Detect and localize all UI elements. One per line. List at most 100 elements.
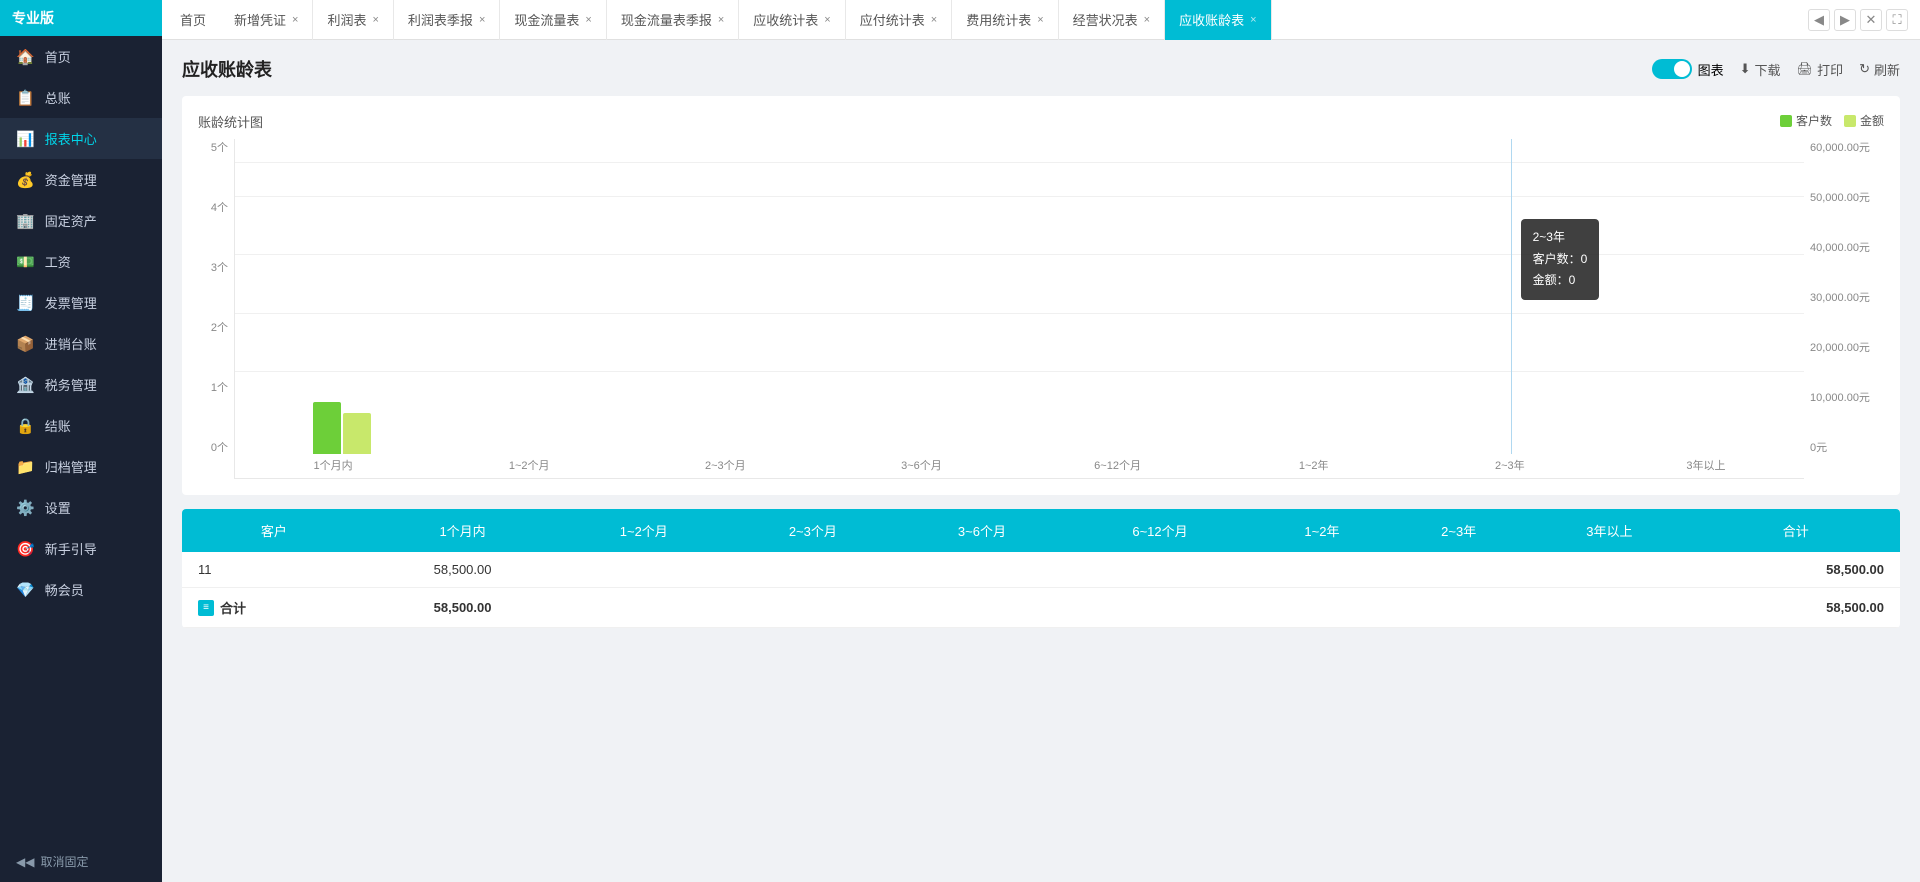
tab-maximize-button[interactable]: ⛶ <box>1886 9 1908 31</box>
capital-icon: 💰 <box>16 171 35 189</box>
total-1-2year <box>1254 588 1391 628</box>
tab-voucher-close[interactable]: × <box>292 14 298 26</box>
cell-3plus <box>1527 552 1692 588</box>
tab-profit-quarter-label: 利润表季报 <box>408 10 473 29</box>
th-customer: 客户 <box>182 509 366 552</box>
th-1-2month: 1~2个月 <box>559 509 728 552</box>
tab-close-all-button[interactable]: ✕ <box>1860 9 1882 31</box>
x-label-0: 1个月内 <box>235 454 431 478</box>
sidebar-item-capital[interactable]: 💰 资金管理 <box>0 159 162 200</box>
tab-home[interactable]: 首页 <box>166 0 220 40</box>
sidebar-item-salary[interactable]: 💵 工资 <box>0 241 162 282</box>
tab-cashflow-label: 现金流量表 <box>514 10 579 29</box>
tab-business-label: 经营状况表 <box>1073 10 1138 29</box>
assets-icon: 🏢 <box>16 212 35 230</box>
total-3-6month <box>897 588 1066 628</box>
chart-legend: 客户数 金额 <box>1780 112 1884 129</box>
total-total: 58,500.00 <box>1692 588 1900 628</box>
sidebar-item-assets[interactable]: 🏢 固定资产 <box>0 200 162 241</box>
x-label-7: 3年以上 <box>1608 454 1804 478</box>
sidebar-item-label: 税务管理 <box>45 375 97 394</box>
page-title: 应收账龄表 <box>182 56 272 82</box>
print-button[interactable]: 🖨 打印 <box>1797 60 1844 79</box>
tab-voucher[interactable]: 新增凭证 × <box>220 0 313 40</box>
tab-ar-stat-label: 应收统计表 <box>753 10 818 29</box>
th-1month: 1个月内 <box>366 509 559 552</box>
sidebar-item-tax[interactable]: 🏦 税务管理 <box>0 364 162 405</box>
total-6-12month <box>1066 588 1253 628</box>
cell-1-2year <box>1254 552 1391 588</box>
bar-customers-0 <box>313 402 341 454</box>
sidebar-item-invoice[interactable]: 🧾 发票管理 <box>0 282 162 323</box>
tab-cashflow-close[interactable]: × <box>585 14 591 26</box>
chart-drawing-area: 2~3年 客户数：0 金额：0 1个月内1~2个月2~3个月3~6个月6~12个… <box>234 139 1804 479</box>
legend-amount: 金额 <box>1844 112 1884 129</box>
th-3plus: 3年以上 <box>1527 509 1692 552</box>
sidebar-item-settings[interactable]: ⚙️ 设置 <box>0 487 162 528</box>
tab-cashflow-quarter-close[interactable]: × <box>718 14 724 26</box>
chart-toggle[interactable] <box>1652 59 1692 79</box>
tab-ar-stat-close[interactable]: × <box>824 14 830 26</box>
tab-business[interactable]: 经营状况表 × <box>1059 0 1165 40</box>
chart-bars <box>235 139 1804 454</box>
tab-business-close[interactable]: × <box>1144 14 1150 26</box>
tab-cashflow[interactable]: 现金流量表 × <box>500 0 606 40</box>
x-axis: 1个月内1~2个月2~3个月3~6个月6~12个月1~2年2~3年3年以上 <box>235 454 1804 478</box>
sidebar-item-home[interactable]: 🏠 首页 <box>0 36 162 77</box>
tab-voucher-label: 新增凭证 <box>234 10 286 29</box>
bar-amount-0 <box>343 413 371 454</box>
table-total-row: ≡ 合计 58,500.00 58,500.00 <box>182 588 1900 628</box>
sidebar-item-label: 新手引导 <box>45 539 97 558</box>
tab-ar-aging[interactable]: 应收账龄表 × <box>1165 0 1271 40</box>
sidebar-item-close[interactable]: 🔒 结账 <box>0 405 162 446</box>
invoice-icon: 🧾 <box>16 294 35 312</box>
tab-ap-stat-close[interactable]: × <box>931 14 937 26</box>
tab-profit-quarter-close[interactable]: × <box>479 14 485 26</box>
sidebar-item-label: 固定资产 <box>45 211 97 230</box>
cell-1month: 58,500.00 <box>366 552 559 588</box>
x-label-3: 3~6个月 <box>823 454 1019 478</box>
sidebar-item-guide[interactable]: 🎯 新手引导 <box>0 528 162 569</box>
tab-cashflow-quarter-label: 现金流量表季报 <box>621 10 712 29</box>
ledger-icon: 📋 <box>16 89 35 107</box>
y-axis-right: 60,000.00元 50,000.00元 40,000.00元 30,000.… <box>1804 139 1884 479</box>
tab-cashflow-quarter[interactable]: 现金流量表季报 × <box>607 0 739 40</box>
sidebar-item-report[interactable]: 📊 报表中心 <box>0 118 162 159</box>
sales-icon: 📦 <box>16 335 35 353</box>
tab-ap-stat[interactable]: 应付统计表 × <box>846 0 952 40</box>
download-button[interactable]: ⬇ 下载 <box>1740 60 1781 79</box>
tax-icon: 🏦 <box>16 376 35 394</box>
sidebar-item-archive[interactable]: 📁 归档管理 <box>0 446 162 487</box>
tab-profit[interactable]: 利润表 × <box>313 0 393 40</box>
page-header: 应收账龄表 图表 ⬇ 下载 🖨 打印 ↻ 刷新 <box>182 56 1900 82</box>
unpin-button[interactable]: ◀◀ 取消固定 <box>0 841 162 882</box>
sidebar-item-label: 首页 <box>45 47 71 66</box>
sidebar-item-sales[interactable]: 📦 进销台账 <box>0 323 162 364</box>
refresh-button[interactable]: ↻ 刷新 <box>1859 60 1900 79</box>
tab-prev-button[interactable]: ◀ <box>1808 9 1830 31</box>
guide-icon: 🎯 <box>16 540 35 558</box>
legend-customers-dot <box>1780 115 1792 127</box>
tab-profit-quarter[interactable]: 利润表季报 × <box>394 0 500 40</box>
legend-amount-label: 金额 <box>1860 112 1884 129</box>
sidebar-item-label: 总账 <box>45 88 71 107</box>
tab-ar-aging-close[interactable]: × <box>1250 14 1256 26</box>
table-row: 11 58,500.00 58,500.00 <box>182 552 1900 588</box>
tab-home-label: 首页 <box>180 10 206 29</box>
sidebar-item-ledger[interactable]: 📋 总账 <box>0 77 162 118</box>
total-2-3year <box>1390 588 1527 628</box>
tab-profit-close[interactable]: × <box>372 14 378 26</box>
tab-expense-label: 费用统计表 <box>966 10 1031 29</box>
th-2-3month: 2~3个月 <box>728 509 897 552</box>
sidebar-logo: 专业版 <box>0 0 162 36</box>
archive-icon: 📁 <box>16 458 35 476</box>
tab-next-button[interactable]: ▶ <box>1834 9 1856 31</box>
sidebar-item-member[interactable]: 💎 畅会员 <box>0 569 162 610</box>
tab-ar-stat[interactable]: 应收统计表 × <box>739 0 845 40</box>
salary-icon: 💵 <box>16 253 35 271</box>
tab-expense[interactable]: 费用统计表 × <box>952 0 1058 40</box>
total-label-cell: ≡ 合计 <box>182 588 366 628</box>
total-1-2month <box>559 588 728 628</box>
sidebar-item-label: 工资 <box>45 252 71 271</box>
tab-expense-close[interactable]: × <box>1037 14 1043 26</box>
